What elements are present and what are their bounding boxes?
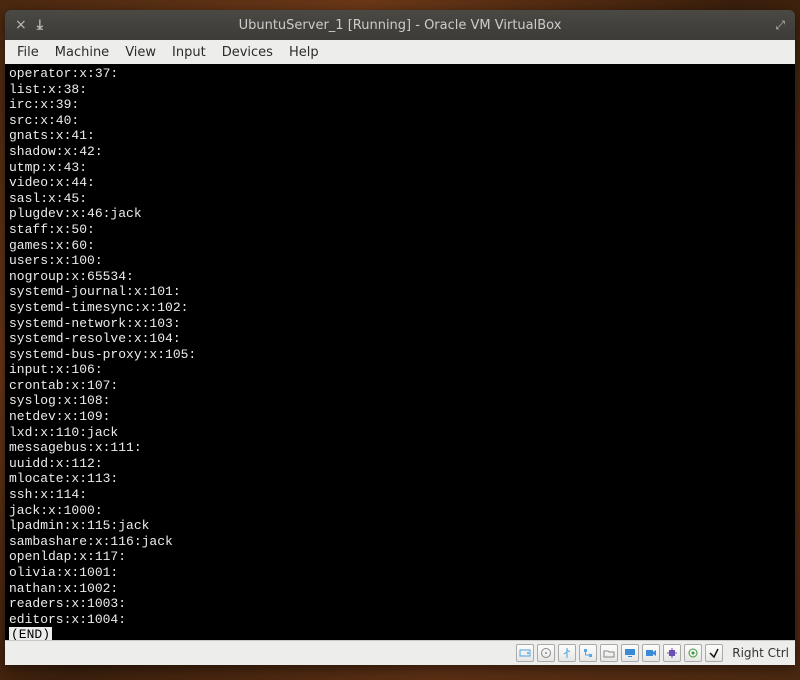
terminal-line: olivia:x:1001: bbox=[9, 565, 791, 581]
host-key-label: Right Ctrl bbox=[732, 646, 789, 660]
menu-machine[interactable]: Machine bbox=[47, 43, 117, 62]
terminal-line: sambashare:x:116:jack bbox=[9, 534, 791, 550]
terminal-line: input:x:106: bbox=[9, 362, 791, 378]
terminal-line: ssh:x:114: bbox=[9, 487, 791, 503]
terminal-line: crontab:x:107: bbox=[9, 378, 791, 394]
terminal-line: nogroup:x:65534: bbox=[9, 269, 791, 285]
terminal-line: video:x:44: bbox=[9, 175, 791, 191]
optical-icon[interactable] bbox=[537, 644, 555, 662]
terminal-line: mlocate:x:113: bbox=[9, 471, 791, 487]
menu-input[interactable]: Input bbox=[164, 43, 214, 62]
terminal-line: netdev:x:109: bbox=[9, 409, 791, 425]
terminal-line: systemd-bus-proxy:x:105: bbox=[9, 347, 791, 363]
fullscreen-icon[interactable]: ⤢ bbox=[775, 18, 785, 33]
terminal-line: nathan:x:1002: bbox=[9, 581, 791, 597]
statusbar: Right Ctrl bbox=[5, 640, 795, 665]
hdd-icon[interactable] bbox=[516, 644, 534, 662]
minimize-icon[interactable]: ⤓ bbox=[37, 17, 43, 33]
network-icon[interactable] bbox=[579, 644, 597, 662]
terminal-line: shadow:x:42: bbox=[9, 144, 791, 160]
titlebar: × ⤓ UbuntuServer_1 [Running] - Oracle VM… bbox=[5, 10, 795, 40]
display-icon[interactable] bbox=[621, 644, 639, 662]
terminal-line: uuidd:x:112: bbox=[9, 456, 791, 472]
mouse-capture-icon[interactable] bbox=[684, 644, 702, 662]
host-key-icon[interactable] bbox=[705, 644, 723, 662]
terminal-line: editors:x:1004: bbox=[9, 612, 791, 628]
cpu-icon[interactable] bbox=[663, 644, 681, 662]
terminal-line: lxd:x:110:jack bbox=[9, 425, 791, 441]
terminal-line: utmp:x:43: bbox=[9, 160, 791, 176]
terminal-line: messagebus:x:111: bbox=[9, 440, 791, 456]
terminal-line: syslog:x:108: bbox=[9, 393, 791, 409]
terminal-line: list:x:38: bbox=[9, 82, 791, 98]
window-title: UbuntuServer_1 [Running] - Oracle VM Vir… bbox=[5, 18, 795, 33]
terminal-line: irc:x:39: bbox=[9, 97, 791, 113]
menu-devices[interactable]: Devices bbox=[214, 43, 281, 62]
terminal-line: systemd-timesync:x:102: bbox=[9, 300, 791, 316]
menu-view[interactable]: View bbox=[117, 43, 164, 62]
terminal-line: jack:x:1000: bbox=[9, 503, 791, 519]
terminal-line: staff:x:50: bbox=[9, 222, 791, 238]
menu-help[interactable]: Help bbox=[281, 43, 327, 62]
terminal-line: systemd-journal:x:101: bbox=[9, 284, 791, 300]
terminal-line: readers:x:1003: bbox=[9, 596, 791, 612]
terminal-line: operator:x:37: bbox=[9, 66, 791, 82]
shared-folder-icon[interactable] bbox=[600, 644, 618, 662]
terminal-output[interactable]: operator:x:37:list:x:38:irc:x:39:src:x:4… bbox=[5, 64, 795, 640]
terminal-line: systemd-network:x:103: bbox=[9, 316, 791, 332]
record-icon[interactable] bbox=[642, 644, 660, 662]
terminal-line: sasl:x:45: bbox=[9, 191, 791, 207]
close-icon[interactable]: × bbox=[15, 17, 27, 33]
vm-window: × ⤓ UbuntuServer_1 [Running] - Oracle VM… bbox=[5, 10, 795, 665]
terminal-line: src:x:40: bbox=[9, 113, 791, 129]
terminal-line: games:x:60: bbox=[9, 238, 791, 254]
terminal-line: plugdev:x:46:jack bbox=[9, 206, 791, 222]
usb-icon[interactable] bbox=[558, 644, 576, 662]
terminal-line: gnats:x:41: bbox=[9, 128, 791, 144]
menubar: File Machine View Input Devices Help bbox=[5, 40, 795, 64]
terminal-line: systemd-resolve:x:104: bbox=[9, 331, 791, 347]
terminal-line: users:x:100: bbox=[9, 253, 791, 269]
terminal-line: openldap:x:117: bbox=[9, 549, 791, 565]
menu-file[interactable]: File bbox=[9, 43, 47, 62]
terminal-line: lpadmin:x:115:jack bbox=[9, 518, 791, 534]
pager-end: (END) bbox=[9, 627, 52, 640]
